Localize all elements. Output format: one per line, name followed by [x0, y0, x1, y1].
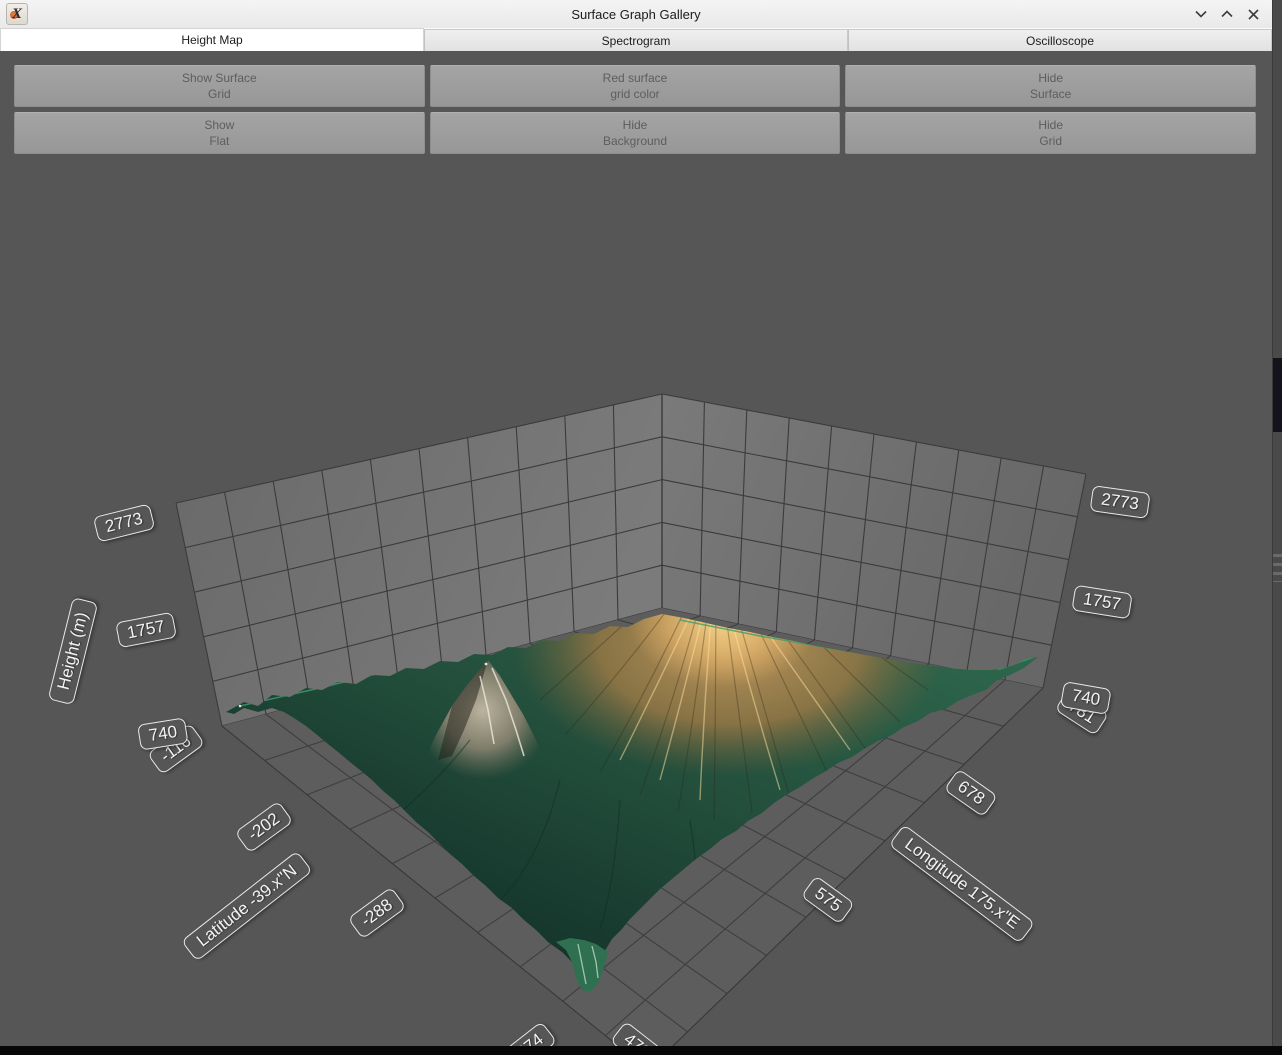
chevron-up-icon: [1221, 10, 1233, 18]
background-window-edge: [1273, 0, 1282, 1046]
hide-background-button[interactable]: Hide Background: [430, 112, 841, 154]
tab-height-map[interactable]: Height Map: [0, 28, 424, 51]
background-window-dark-segment: [1273, 358, 1282, 432]
title-bar[interactable]: X Surface Graph Gallery: [0, 0, 1272, 29]
show-flat-button[interactable]: Show Flat: [14, 112, 425, 154]
close-icon: [1248, 9, 1259, 20]
toolbar-row-1: Show Surface Grid Red surface grid color…: [14, 65, 1256, 107]
chevron-down-icon: [1195, 10, 1207, 18]
desktop: X Surface Graph Gallery Height Map Spect…: [0, 0, 1282, 1055]
maximize-button[interactable]: [1218, 5, 1236, 23]
tab-oscilloscope[interactable]: Oscilloscope: [848, 29, 1272, 51]
window-title: Surface Graph Gallery: [0, 7, 1272, 22]
hide-grid-button[interactable]: Hide Grid: [845, 112, 1256, 154]
show-surface-grid-button[interactable]: Show Surface Grid: [14, 65, 425, 107]
tab-bar: Height Map Spectrogram Oscilloscope: [0, 28, 1272, 51]
surface-3d-view[interactable]: [0, 0, 1272, 1046]
red-surface-grid-color-button[interactable]: Red surface grid color: [430, 65, 841, 107]
background-window-marks: [1273, 554, 1282, 582]
close-button[interactable]: [1244, 5, 1262, 23]
shade-button[interactable]: [1192, 5, 1210, 23]
tab-spectrogram[interactable]: Spectrogram: [424, 29, 848, 51]
toolbar-row-2: Show Flat Hide Background Hide Grid: [14, 112, 1256, 154]
app-window: X Surface Graph Gallery Height Map Spect…: [0, 0, 1273, 1046]
hide-surface-button[interactable]: Hide Surface: [845, 65, 1256, 107]
bottom-screen-band: [0, 1046, 1282, 1055]
